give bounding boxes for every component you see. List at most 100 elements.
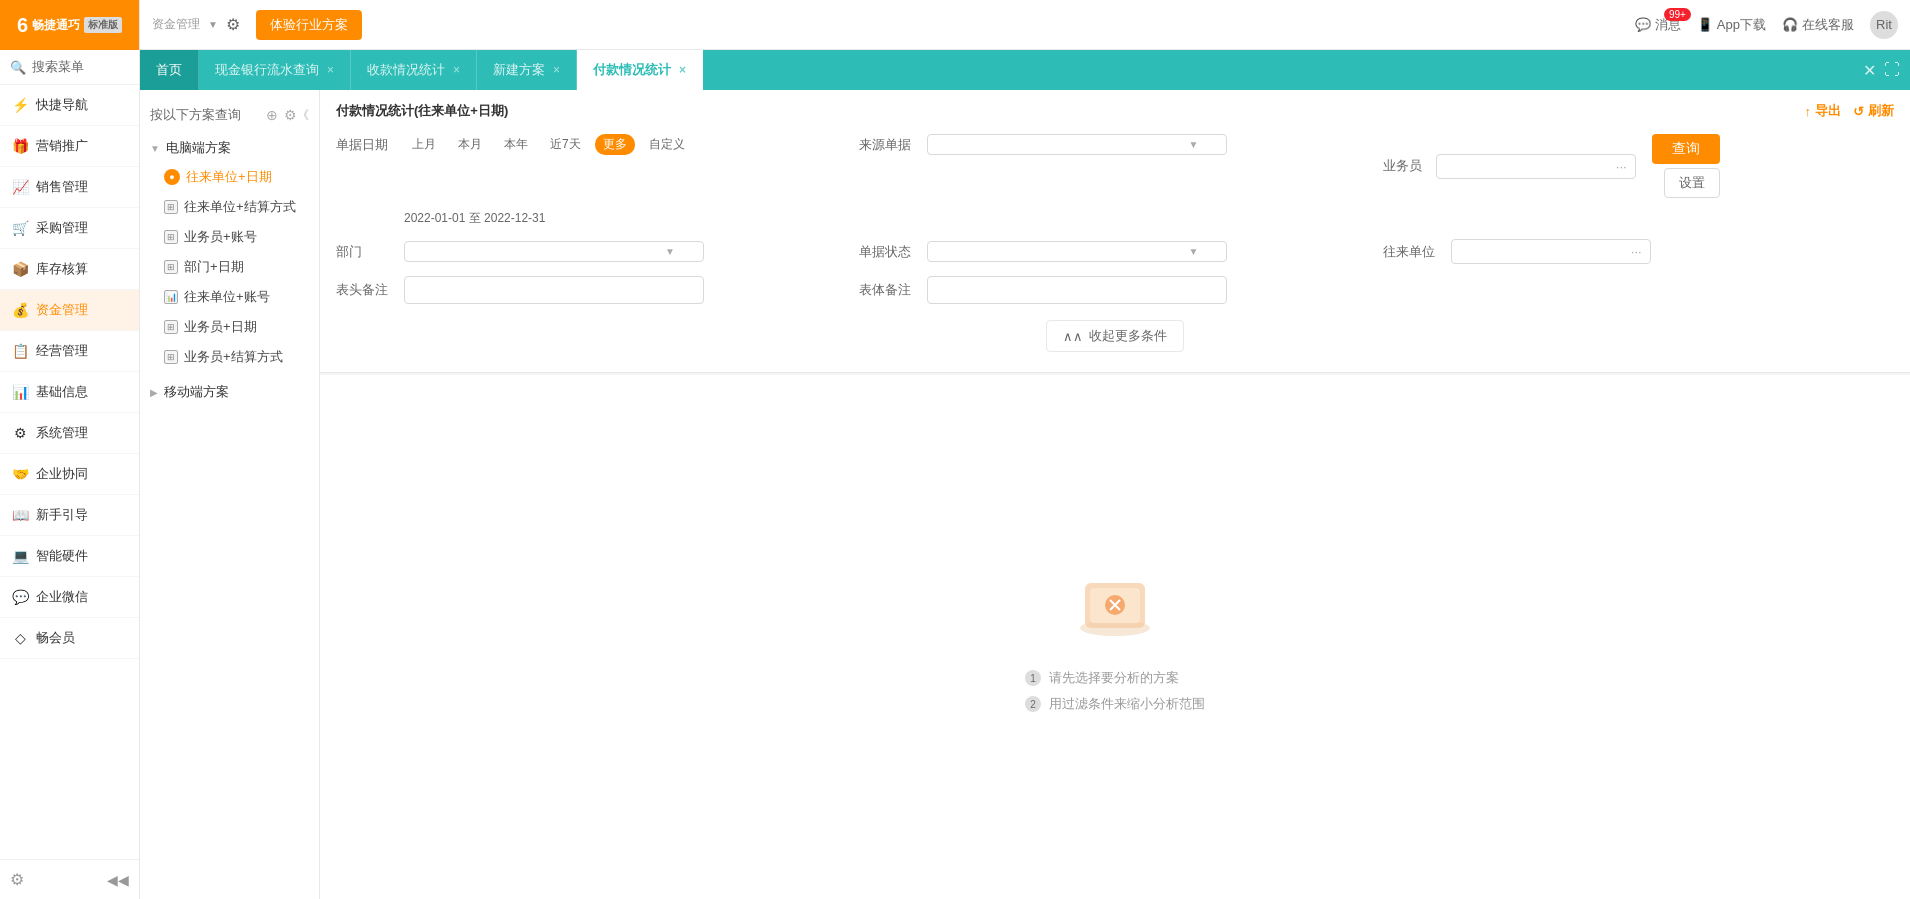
body-note-input[interactable] <box>927 276 1227 304</box>
export-button[interactable]: ↑ 导出 <box>1805 102 1842 120</box>
sidebar-item-purchase[interactable]: 🛒 采购管理 <box>0 208 139 249</box>
online-service-button[interactable]: 🎧 在线客服 <box>1782 16 1854 34</box>
mobile-group-title[interactable]: ▶ 移动端方案 <box>140 378 319 406</box>
scheme-table-icon: ⊞ <box>164 260 178 274</box>
tabbar: 首页 现金银行流水查询 × 收款情况统计 × 新建方案 × 付款情况统计 × ✕… <box>140 50 1910 90</box>
sidebar-search-item[interactable]: 🔍 搜索菜单 <box>0 50 139 85</box>
this-month-btn[interactable]: 本月 <box>450 134 490 155</box>
tab-receipt[interactable]: 收款情况统计 × <box>351 50 477 90</box>
custom-date-btn[interactable]: 自定义 <box>641 134 693 155</box>
messages-button[interactable]: 💬 消息 99+ <box>1635 16 1681 34</box>
sidebar-item-coop[interactable]: 🤝 企业协同 <box>0 454 139 495</box>
scheme-table-icon: ⊞ <box>164 320 178 334</box>
desktop-group-label: 电脑端方案 <box>166 139 231 157</box>
sidebar-item-label: 畅会员 <box>36 629 75 647</box>
scheme-item-label: 业务员+日期 <box>184 318 257 336</box>
settings-scheme-icon[interactable]: ⚙ <box>284 107 297 123</box>
last-7days-btn[interactable]: 近7天 <box>542 134 589 155</box>
panel-collapse-icon[interactable]: 《 <box>297 107 309 124</box>
header-note-input[interactable] <box>404 276 704 304</box>
more-dates-btn[interactable]: 更多 <box>595 134 635 155</box>
scheme-item-sales-account[interactable]: ⊞ 业务员+账号 <box>140 222 319 252</box>
gift-icon: 🎁 <box>10 136 30 156</box>
counterpart-input[interactable]: ··· <box>1451 239 1651 264</box>
scheme-item-sales-date[interactable]: ⊞ 业务员+日期 <box>140 312 319 342</box>
tab-home[interactable]: 首页 <box>140 50 199 90</box>
sidebar-item-label: 智能硬件 <box>36 547 88 565</box>
last-month-btn[interactable]: 上月 <box>404 134 444 155</box>
sidebar-item-basic[interactable]: 📊 基础信息 <box>0 372 139 413</box>
tab-bank-close[interactable]: × <box>327 63 334 77</box>
tab-new-plan-close[interactable]: × <box>553 63 560 77</box>
sidebar-item-marketing[interactable]: 🎁 营销推广 <box>0 126 139 167</box>
tab-payment[interactable]: 付款情况统计 × <box>577 50 703 90</box>
bill-status-select[interactable]: ▼ <box>927 241 1227 262</box>
purchase-icon: 🛒 <box>10 218 30 238</box>
settings-icon[interactable]: ⚙ <box>10 870 24 889</box>
dept-select[interactable]: ▼ <box>404 241 704 262</box>
sidebar-item-label: 系统管理 <box>36 424 88 442</box>
tab-payment-label: 付款情况统计 <box>593 61 671 79</box>
topbar-chevron: ▼ <box>208 19 218 30</box>
sidebar-item-guide[interactable]: 📖 新手引导 <box>0 495 139 536</box>
sidebar-subtitle: 标准版 <box>84 17 122 33</box>
sidebar-item-finance[interactable]: 💰 资金管理 <box>0 290 139 331</box>
coop-icon: 🤝 <box>10 464 30 484</box>
scheme-item-sales-settle[interactable]: ⊞ 业务员+结算方式 <box>140 342 319 372</box>
scheme-chart-icon: 📊 <box>164 290 178 304</box>
query-button[interactable]: 查询 <box>1652 134 1720 164</box>
app-download-button[interactable]: 📱 App下载 <box>1697 16 1766 34</box>
scheme-table-icon: ⊞ <box>164 200 178 214</box>
scheme-item-dept-date[interactable]: ⊞ 部门+日期 <box>140 252 319 282</box>
close-all-tabs-icon[interactable]: ✕ <box>1863 61 1876 80</box>
sidebar-item-inventory[interactable]: 📦 库存核算 <box>0 249 139 290</box>
sidebar-item-label: 新手引导 <box>36 506 88 524</box>
operation-icon: 📋 <box>10 341 30 361</box>
sidebar-item-hardware[interactable]: 💻 智能硬件 <box>0 536 139 577</box>
collapse-conditions-button[interactable]: ∧∧ 收起更多条件 <box>1046 320 1184 352</box>
bill-status-chevron-icon: ▼ <box>1188 246 1198 257</box>
add-scheme-icon[interactable]: ⊕ <box>266 107 278 123</box>
refresh-button[interactable]: ↺ 刷新 <box>1853 102 1894 120</box>
tip-num-1: 1 <box>1025 670 1041 686</box>
desktop-group-title[interactable]: ▼ 电脑端方案 <box>140 134 319 162</box>
sidebar-item-weixin[interactable]: 💬 企业微信 <box>0 577 139 618</box>
topbar-left: 资金管理 ▼ ⚙ 体验行业方案 <box>152 10 362 40</box>
panel-header: 按以下方案查询 ⊕ ⚙ 《 <box>140 100 319 130</box>
sidebar-item-label: 企业微信 <box>36 588 88 606</box>
this-year-btn[interactable]: 本年 <box>496 134 536 155</box>
scheme-active-icon: ● <box>164 169 180 185</box>
scheme-item-unit-settle[interactable]: ⊞ 往来单位+结算方式 <box>140 192 319 222</box>
salesman-input[interactable]: ··· <box>1436 154 1636 179</box>
tab-receipt-label: 收款情况统计 <box>367 61 445 79</box>
collapse-sidebar-icon[interactable]: ◀◀ <box>107 872 129 888</box>
scheme-item-label: 往来单位+账号 <box>184 288 270 306</box>
scheme-item-unit-account[interactable]: 📊 往来单位+账号 <box>140 282 319 312</box>
date-options: 上月 本月 本年 近7天 更多 自定义 <box>404 134 699 155</box>
avatar[interactable]: Rit <box>1870 11 1898 39</box>
quick-nav-icon: ⚡ <box>10 95 30 115</box>
mobile-group-arrow: ▶ <box>150 387 158 398</box>
tab-bank[interactable]: 现金银行流水查询 × <box>199 50 351 90</box>
sidebar-item-operation[interactable]: 📋 经营管理 <box>0 331 139 372</box>
sidebar-item-sales[interactable]: 📈 销售管理 <box>0 167 139 208</box>
tab-payment-close[interactable]: × <box>679 63 686 77</box>
source-select[interactable]: ▼ <box>927 134 1227 155</box>
salesman-label: 业务员 <box>1383 157 1428 175</box>
tab-receipt-close[interactable]: × <box>453 63 460 77</box>
scheme-item-unit-date[interactable]: ● 往来单位+日期 <box>140 162 319 192</box>
empty-icon <box>1065 553 1165 653</box>
sidebar-logo: 6 <box>17 14 28 37</box>
expand-icon[interactable]: ⛶ <box>1884 61 1900 79</box>
try-industry-button[interactable]: 体验行业方案 <box>256 10 362 40</box>
right-content-panel: 付款情况统计(往来单位+日期) ↑ 导出 ↺ 刷新 <box>320 90 1910 899</box>
salesman-dots[interactable]: ··· <box>1616 159 1627 174</box>
counterpart-dots[interactable]: ··· <box>1631 244 1642 259</box>
tab-new-plan[interactable]: 新建方案 × <box>477 50 577 90</box>
topbar-gear-icon[interactable]: ⚙ <box>226 15 240 34</box>
sidebar-item-quick-nav[interactable]: ⚡ 快捷导航 <box>0 85 139 126</box>
settings-button[interactable]: 设置 <box>1664 168 1720 198</box>
sidebar-item-member[interactable]: ◇ 畅会员 <box>0 618 139 659</box>
sidebar-item-system[interactable]: ⚙ 系统管理 <box>0 413 139 454</box>
tabbar-actions: ✕ ⛶ <box>1853 50 1910 90</box>
